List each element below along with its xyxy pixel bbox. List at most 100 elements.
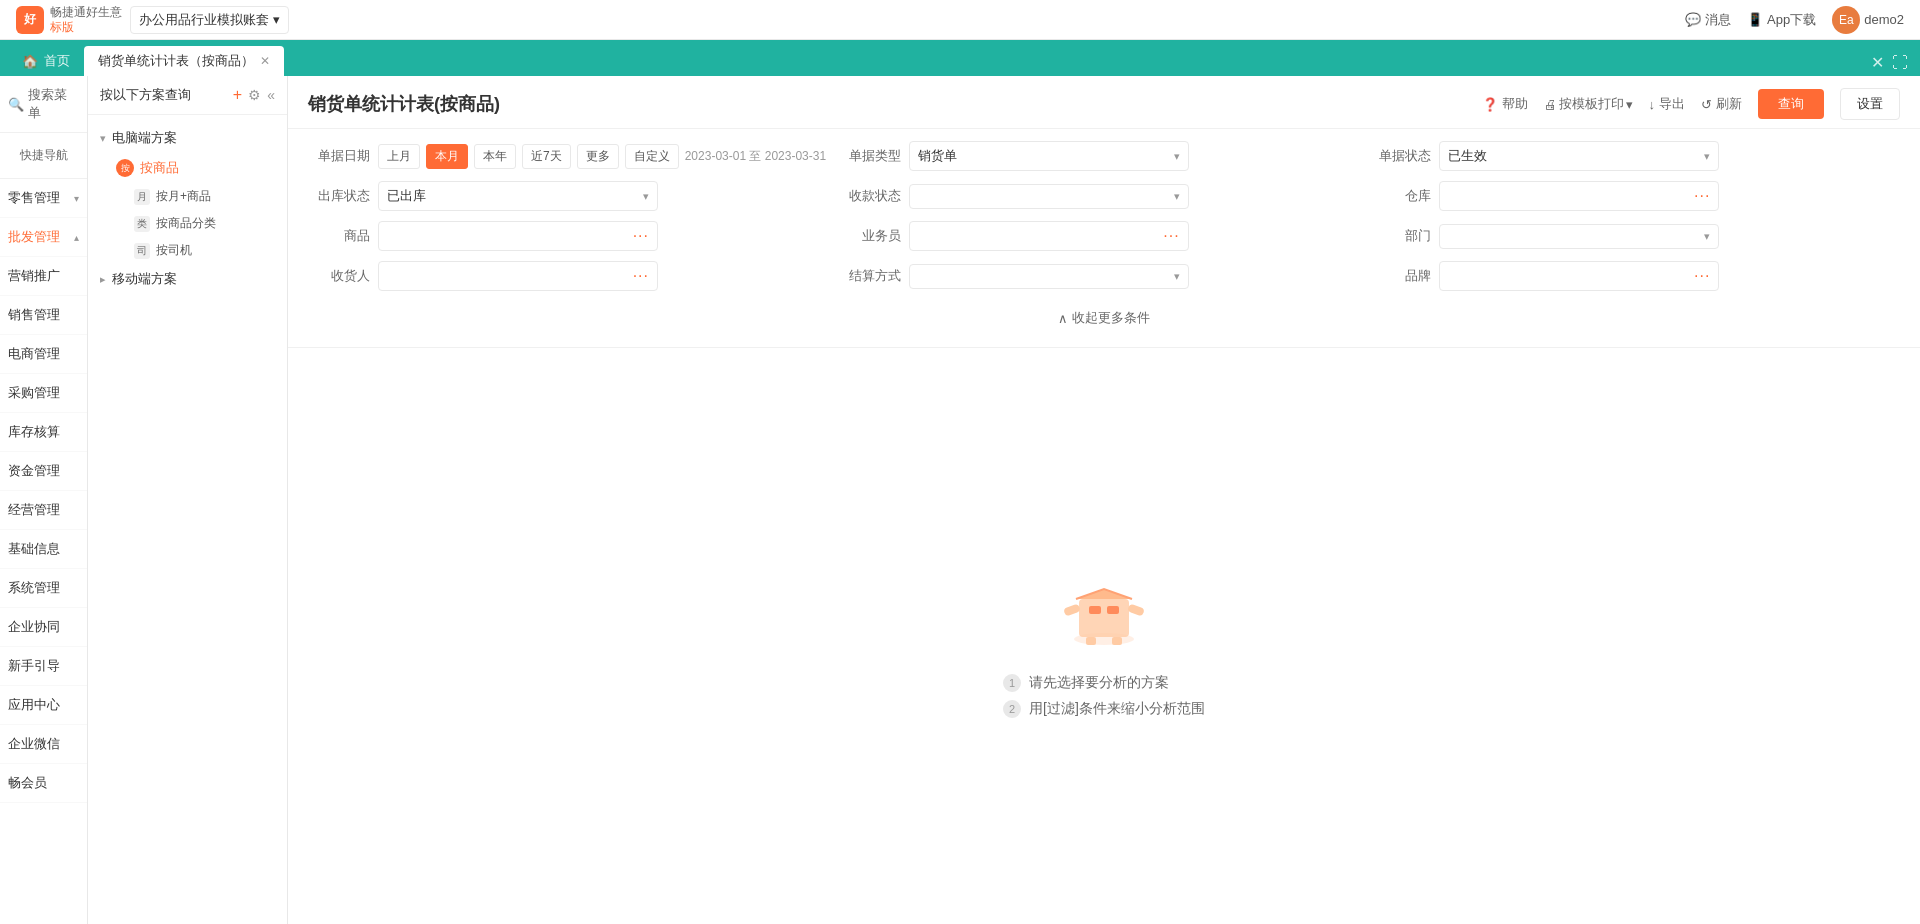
payment-status-label: 收款状态: [839, 187, 909, 205]
collapse-panel-button[interactable]: «: [267, 87, 275, 103]
department-select[interactable]: ▾: [1439, 224, 1719, 249]
scheme-icon: 按: [116, 159, 134, 177]
filter-cell-out-status: 出库状态 已出库 ▾: [308, 181, 839, 211]
svg-rect-2: [1089, 606, 1101, 614]
scheme-item-by-category[interactable]: 类 按商品分类: [88, 210, 287, 237]
date-more-btn[interactable]: 更多: [577, 144, 619, 169]
tab-sales-stat[interactable]: 销货单统计计表（按商品） ✕: [84, 46, 284, 76]
salesperson-select[interactable]: ···: [909, 221, 1189, 251]
brand-select[interactable]: ···: [1439, 261, 1719, 291]
settings-scheme-button[interactable]: ⚙: [248, 87, 261, 103]
sidebar-item-purchase[interactable]: 采购管理: [0, 374, 87, 413]
main-layout: 🔍 搜索菜单 快捷导航 零售管理 ▾ 批发管理 ▴ 营销推广 销售管理 电商管理…: [0, 76, 1920, 924]
empty-state-icon: [1054, 554, 1154, 654]
sidebar-item-inventory[interactable]: 库存核算: [0, 413, 87, 452]
date-range-display: 2023-03-01 至 2023-03-31: [685, 148, 826, 165]
date-last-month-btn[interactable]: 上月: [378, 144, 420, 169]
settings-button[interactable]: 设置: [1840, 88, 1900, 120]
sidebar-item-finance[interactable]: 资金管理: [0, 452, 87, 491]
doc-type-select[interactable]: 销货单 ▾: [909, 141, 1189, 171]
user-profile[interactable]: Ea demo2: [1832, 6, 1904, 34]
sidebar-item-operations[interactable]: 经营管理: [0, 491, 87, 530]
filter-cell-settlement: 结算方式 ▾: [839, 264, 1370, 289]
dots-icon: ···: [1694, 267, 1710, 285]
sidebar-item-marketing[interactable]: 营销推广: [0, 257, 87, 296]
refresh-button[interactable]: ↺ 刷新: [1701, 95, 1742, 113]
chevron-down-icon: ▾: [1174, 270, 1180, 283]
add-scheme-button[interactable]: +: [233, 86, 242, 104]
scheme-sub-icon: 司: [134, 243, 150, 259]
sidebar-item-system[interactable]: 系统管理: [0, 569, 87, 608]
tab-maximize-icon[interactable]: ⛶: [1892, 54, 1908, 72]
scheme-item-by-driver[interactable]: 司 按司机: [88, 237, 287, 264]
sidebar-item-corp-wechat[interactable]: 企业微信: [0, 725, 87, 764]
sidebar-item-newbie[interactable]: 新手引导: [0, 647, 87, 686]
svg-rect-3: [1107, 606, 1119, 614]
date-label: 单据日期: [308, 147, 378, 165]
tab-home[interactable]: 🏠 首页: [8, 46, 84, 76]
payment-status-select[interactable]: ▾: [909, 184, 1189, 209]
scheme-item-by-month-product[interactable]: 月 按月+商品: [88, 183, 287, 210]
sidebar-item-retail[interactable]: 零售管理 ▾: [0, 179, 87, 218]
sidebar-search[interactable]: 🔍 搜索菜单: [0, 76, 87, 133]
out-status-select[interactable]: 已出库 ▾: [378, 181, 658, 211]
empty-tips: 1 请先选择要分析的方案 2 用[过滤]条件来缩小分析范围: [1003, 674, 1205, 718]
tip-num-2: 2: [1003, 700, 1021, 718]
export-button[interactable]: ↓ 导出: [1649, 95, 1686, 113]
left-panel-header: 按以下方案查询 + ⚙ «: [88, 76, 287, 115]
filter-cell-warehouse: 仓库 ···: [1369, 181, 1900, 211]
messages-action[interactable]: 💬 消息: [1685, 11, 1731, 29]
doc-type-label: 单据类型: [839, 147, 909, 165]
sidebar-item-member[interactable]: 畅会员: [0, 764, 87, 803]
tab-close-window-icon[interactable]: ✕: [1871, 53, 1884, 72]
settlement-select[interactable]: ▾: [909, 264, 1189, 289]
help-button[interactable]: ❓ 帮助: [1482, 95, 1528, 113]
tab-bar-right: ✕ ⛶: [1871, 53, 1920, 76]
page-title: 销货单统计计表(按商品): [308, 92, 500, 116]
app-selector[interactable]: 办公用品行业模拟账套 ▾: [130, 6, 289, 34]
toolbar: ❓ 帮助 🖨 按模板打印 ▾ ↓ 导出 ↺ 刷新 查询 设置: [1482, 88, 1901, 120]
scheme-group-pc[interactable]: ▾ 电脑端方案: [88, 123, 287, 153]
content-area: 销货单统计计表(按商品) ❓ 帮助 🖨 按模板打印 ▾ ↓ 导出 ↺ 刷新: [288, 76, 1920, 924]
date-this-month-btn[interactable]: 本月: [426, 144, 468, 169]
sidebar-item-enterprise[interactable]: 企业协同: [0, 608, 87, 647]
doc-status-select[interactable]: 已生效 ▾: [1439, 141, 1719, 171]
search-icon: 🔍: [8, 97, 24, 112]
query-button[interactable]: 查询: [1758, 89, 1824, 119]
product-label: 商品: [308, 227, 378, 245]
filter-row-3: 商品 ··· 业务员 ··· 部门: [308, 221, 1900, 251]
date-this-year-btn[interactable]: 本年: [474, 144, 516, 169]
filter-cell-product: 商品 ···: [308, 221, 839, 251]
date-custom-btn[interactable]: 自定义: [625, 144, 679, 169]
scheme-sub-icon: 月: [134, 189, 150, 205]
sidebar-item-apps[interactable]: 应用中心: [0, 686, 87, 725]
receiver-select[interactable]: ···: [378, 261, 658, 291]
date-selector: 上月 本月 本年 近7天 更多 自定义 2023-03-01 至 2023-03…: [378, 144, 839, 169]
date-last7-btn[interactable]: 近7天: [522, 144, 571, 169]
sidebar-item-sales[interactable]: 销售管理: [0, 296, 87, 335]
sidebar-item-basic[interactable]: 基础信息: [0, 530, 87, 569]
download-icon: 📱: [1747, 12, 1763, 27]
tab-close-icon[interactable]: ✕: [260, 54, 270, 68]
dots-icon: ···: [1694, 187, 1710, 205]
chevron-icon: ▴: [74, 232, 79, 243]
left-panel: 按以下方案查询 + ⚙ « ▾ 电脑端方案 按 按商品 月 按月+商品: [88, 76, 288, 924]
chevron-down-icon: ▾: [1626, 97, 1633, 112]
top-bar-left: 好 畅捷通好生意 标版 办公用品行业模拟账套 ▾: [16, 5, 289, 34]
warehouse-select[interactable]: ···: [1439, 181, 1719, 211]
scheme-group-mobile[interactable]: ▸ 移动端方案: [88, 264, 287, 294]
avatar: Ea: [1832, 6, 1860, 34]
print-button[interactable]: 🖨 按模板打印 ▾: [1544, 95, 1633, 113]
svg-rect-1: [1079, 599, 1129, 637]
sidebar-item-ecommerce[interactable]: 电商管理: [0, 335, 87, 374]
sidebar-item-quick-nav[interactable]: 快捷导航: [8, 141, 80, 170]
scheme-item-by-product[interactable]: 按 按商品: [88, 153, 287, 183]
filter-area: 单据日期 上月 本月 本年 近7天 更多 自定义 2023-03-01 至 20…: [288, 129, 1920, 348]
svg-rect-4: [1086, 637, 1096, 645]
product-select[interactable]: ···: [378, 221, 658, 251]
message-icon: 💬: [1685, 12, 1701, 27]
home-icon: 🏠: [22, 54, 38, 69]
collapse-filters-button[interactable]: ∧ 收起更多条件: [308, 301, 1900, 335]
sidebar-item-wholesale[interactable]: 批发管理 ▴: [0, 218, 87, 257]
app-download-action[interactable]: 📱 App下载: [1747, 11, 1816, 29]
